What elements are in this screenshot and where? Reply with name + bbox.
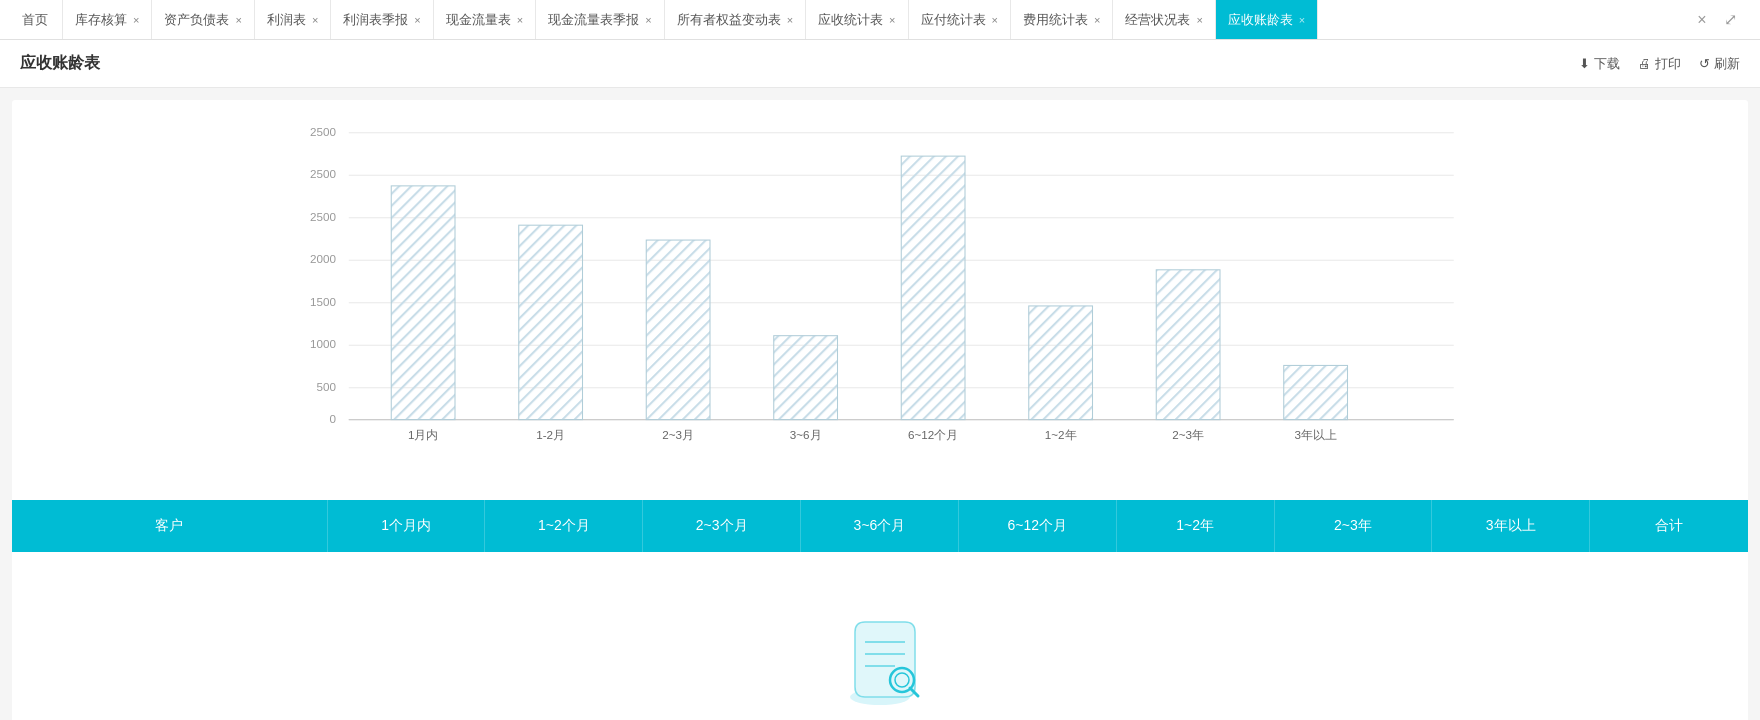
close-window-btn[interactable]: × xyxy=(1692,10,1712,30)
page-header: 应收账龄表 ⬇ 下载 🖨 打印 ↺ 刷新 xyxy=(0,40,1760,88)
svg-text:2~3月: 2~3月 xyxy=(662,428,694,441)
svg-text:6~12个月: 6~12个月 xyxy=(908,428,958,441)
tab-ap-stats[interactable]: 应付统计表 × xyxy=(909,0,1011,40)
tab-bar: 首页 库存核算×资产负债表×利润表×利润表季报×现金流量表×现金流量表季报×所有… xyxy=(0,0,1760,40)
tab-close-cashflow[interactable]: × xyxy=(517,14,523,26)
svg-text:2500: 2500 xyxy=(310,210,336,223)
refresh-label: 刷新 xyxy=(1714,55,1740,73)
chart-area: 2500 2500 2500 2000 1500 1000 500 0 xyxy=(12,100,1748,500)
window-controls: × ⤢ xyxy=(1680,10,1752,30)
tab-close-balance-sheet[interactable]: × xyxy=(235,14,241,26)
th-1: 1个月内 xyxy=(328,500,486,552)
tab-operations[interactable]: 经营状况表 × xyxy=(1113,0,1215,40)
svg-point-31 xyxy=(895,673,909,687)
tab-profit-quarterly[interactable]: 利润表季报 × xyxy=(331,0,433,40)
bar-3-6月 xyxy=(774,336,838,420)
tab-ar-stats[interactable]: 应收统计表 × xyxy=(806,0,908,40)
tab-home-label: 首页 xyxy=(22,11,48,29)
th-3: 2~3个月 xyxy=(643,500,801,552)
tab-close-ap-stats[interactable]: × xyxy=(992,14,998,26)
bar-chart: 2500 2500 2500 2000 1500 1000 500 0 xyxy=(52,120,1708,460)
tab-expense-stats[interactable]: 费用统计表 × xyxy=(1011,0,1113,40)
tab-cashflow-quarterly[interactable]: 现金流量表季报 × xyxy=(536,0,664,40)
svg-text:2500: 2500 xyxy=(310,167,336,180)
tab-label-balance-sheet: 资产负债表 xyxy=(164,11,229,29)
tab-balance-sheet[interactable]: 资产负债表 × xyxy=(152,0,254,40)
svg-text:1-2月: 1-2月 xyxy=(536,428,565,441)
refresh-icon: ↺ xyxy=(1699,56,1710,71)
empty-icon xyxy=(830,612,930,712)
tab-close-cashflow-quarterly[interactable]: × xyxy=(645,14,651,26)
tab-close-expense-stats[interactable]: × xyxy=(1094,14,1100,26)
main-content: 2500 2500 2500 2000 1500 1000 500 0 xyxy=(12,100,1748,720)
tab-cashflow[interactable]: 现金流量表 × xyxy=(434,0,536,40)
tab-label-profit: 利润表 xyxy=(267,11,306,29)
bar-2-3年 xyxy=(1156,270,1220,420)
bar-1月内 xyxy=(391,186,455,420)
download-icon: ⬇ xyxy=(1579,56,1590,71)
tab-close-ar-stats[interactable]: × xyxy=(889,14,895,26)
tab-label-ar-aging: 应收账龄表 xyxy=(1228,11,1293,29)
tab-close-operations[interactable]: × xyxy=(1196,14,1202,26)
download-btn[interactable]: ⬇ 下载 xyxy=(1579,55,1620,73)
empty-state xyxy=(12,552,1748,720)
tab-label-expense-stats: 费用统计表 xyxy=(1023,11,1088,29)
tab-label-cashflow-quarterly: 现金流量表季报 xyxy=(548,11,639,29)
tab-close-profit-quarterly[interactable]: × xyxy=(414,14,420,26)
tab-profit[interactable]: 利润表 × xyxy=(255,0,331,40)
svg-text:2000: 2000 xyxy=(310,252,336,265)
tab-label-cashflow: 现金流量表 xyxy=(446,11,511,29)
table-header: 客户1个月内1~2个月2~3个月3~6个月6~12个月1~2年2~3年3年以上合… xyxy=(12,500,1748,552)
print-icon: 🖨 xyxy=(1638,56,1651,71)
tab-equity[interactable]: 所有者权益变动表 × xyxy=(665,0,806,40)
th-6: 1~2年 xyxy=(1117,500,1275,552)
maximize-window-btn[interactable]: ⤢ xyxy=(1720,10,1740,30)
svg-text:1500: 1500 xyxy=(310,295,336,308)
chart-container: 2500 2500 2500 2000 1500 1000 500 0 xyxy=(52,120,1708,460)
bar-1-2月 xyxy=(519,225,583,419)
svg-text:3年以上: 3年以上 xyxy=(1294,428,1337,441)
bar-6-12个月 xyxy=(901,156,965,420)
tab-ar-aging[interactable]: 应收账龄表 × xyxy=(1216,0,1318,40)
header-actions: ⬇ 下载 🖨 打印 ↺ 刷新 xyxy=(1579,55,1740,73)
page-title: 应收账龄表 xyxy=(20,53,100,74)
tab-close-profit[interactable]: × xyxy=(312,14,318,26)
tab-label-ap-stats: 应付统计表 xyxy=(921,11,986,29)
empty-illustration xyxy=(830,612,930,712)
bar-1-2年 xyxy=(1029,306,1093,420)
th-0: 客户 xyxy=(12,500,328,552)
svg-text:1000: 1000 xyxy=(310,337,336,350)
refresh-btn[interactable]: ↺ 刷新 xyxy=(1699,55,1740,73)
th-5: 6~12个月 xyxy=(959,500,1117,552)
svg-text:2~3年: 2~3年 xyxy=(1172,428,1204,441)
svg-text:1~2年: 1~2年 xyxy=(1045,428,1077,441)
th-2: 1~2个月 xyxy=(485,500,643,552)
tab-close-equity[interactable]: × xyxy=(787,14,793,26)
print-btn[interactable]: 🖨 打印 xyxy=(1638,55,1681,73)
tab-close-inventory[interactable]: × xyxy=(133,14,139,26)
svg-text:3~6月: 3~6月 xyxy=(790,428,822,441)
tab-inventory[interactable]: 库存核算 × xyxy=(63,0,152,40)
th-8: 3年以上 xyxy=(1432,500,1590,552)
tab-label-inventory: 库存核算 xyxy=(75,11,127,29)
print-label: 打印 xyxy=(1655,55,1681,73)
svg-text:2500: 2500 xyxy=(310,125,336,138)
download-label: 下载 xyxy=(1594,55,1620,73)
tab-label-operations: 经营状况表 xyxy=(1125,11,1190,29)
svg-text:1月内: 1月内 xyxy=(408,428,439,441)
tab-label-ar-stats: 应收统计表 xyxy=(818,11,883,29)
th-9: 合计 xyxy=(1590,500,1748,552)
th-7: 2~3年 xyxy=(1275,500,1433,552)
tab-close-ar-aging[interactable]: × xyxy=(1299,14,1305,26)
tab-home[interactable]: 首页 xyxy=(8,0,63,40)
bar-3年以上 xyxy=(1284,365,1348,419)
th-4: 3~6个月 xyxy=(801,500,959,552)
svg-text:0: 0 xyxy=(330,412,337,425)
svg-text:500: 500 xyxy=(317,380,337,393)
tab-label-profit-quarterly: 利润表季报 xyxy=(343,11,408,29)
bar-2-3月 xyxy=(646,240,710,420)
tab-label-equity: 所有者权益变动表 xyxy=(677,11,781,29)
